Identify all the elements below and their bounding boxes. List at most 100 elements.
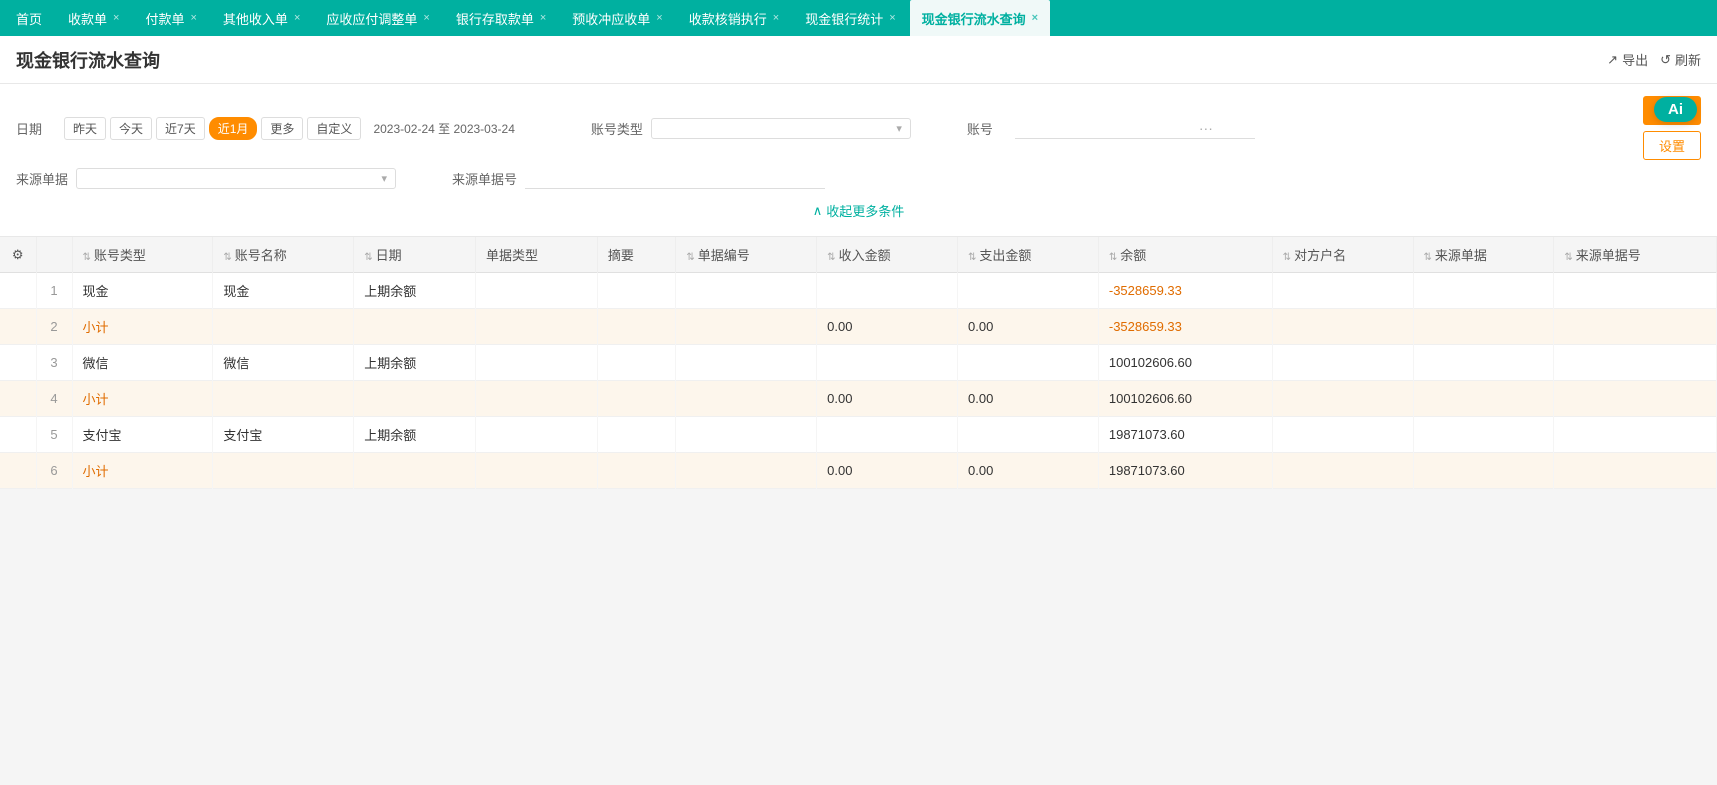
date-btn-近7天[interactable]: 近7天 (156, 117, 205, 140)
nav-tab-付款单[interactable]: 付款单× (133, 0, 208, 36)
cell-balance: -3528659.33 (1098, 273, 1272, 309)
tab-close-icon[interactable]: × (773, 12, 779, 24)
cell-date: 上期余额 (354, 345, 476, 381)
collapse-bar[interactable]: ∧ 收起更多条件 (16, 197, 1701, 224)
nav-tab-收款单[interactable]: 收款单× (56, 0, 131, 36)
cell-account-type: 小计 (72, 309, 213, 345)
source-doc-select[interactable]: ▾ (76, 168, 396, 189)
settings-button[interactable]: 设置 (1643, 131, 1701, 160)
tab-close-icon[interactable]: × (889, 12, 895, 24)
nav-tab-应收应付调整单[interactable]: 应收应付调整单× (314, 0, 441, 36)
row-index: 4 (36, 381, 72, 417)
source-doc-num-filter: 来源单据号 (452, 169, 825, 189)
cell-income (817, 345, 958, 381)
tab-close-icon[interactable]: × (294, 12, 300, 24)
cell-balance: 100102606.60 (1098, 381, 1272, 417)
tab-close-icon[interactable]: × (113, 12, 119, 24)
col-header-balance[interactable]: ⇅余额 (1098, 237, 1272, 273)
cell-expense (958, 273, 1099, 309)
date-filter: 日期 昨天今天近7天近1月更多自定义 2023-02-24 至 2023-03-… (16, 117, 515, 140)
tab-close-icon[interactable]: × (540, 12, 546, 24)
page-header: 现金银行流水查询 ↗ 导出 ↺ 刷新 (0, 36, 1717, 84)
sort-icon: ⇅ (1109, 252, 1117, 263)
source-doc-num-label: 来源单据号 (452, 169, 517, 188)
sort-icon: ⇅ (223, 252, 231, 263)
date-btn-昨天[interactable]: 昨天 (64, 117, 106, 140)
cell-summary (597, 381, 675, 417)
nav-tab-现金银行流水查询[interactable]: 现金银行流水查询× (910, 0, 1050, 36)
cell-doc_type (476, 345, 598, 381)
filter-row-2: 来源单据 ▾ 来源单据号 (16, 168, 1701, 189)
date-btn-更多[interactable]: 更多 (261, 117, 303, 140)
cell-counterparty (1272, 345, 1413, 381)
refresh-icon: ↺ (1660, 52, 1671, 68)
top-nav: 首页 收款单×付款单×其他收入单×应收应付调整单×银行存取款单×预收冲应收单×收… (0, 0, 1717, 36)
sort-icon: ⇅ (1283, 252, 1291, 263)
sort-icon: ⇅ (827, 252, 835, 263)
cell-source_doc_no (1554, 309, 1717, 345)
row-index: 5 (36, 417, 72, 453)
tab-close-icon[interactable]: × (423, 12, 429, 24)
col-header-expense[interactable]: ⇅支出金额 (958, 237, 1099, 273)
account-type-filter: 账号类型 ▾ (591, 118, 911, 139)
date-btn-近1月[interactable]: 近1月 (209, 117, 258, 140)
account-more-icon[interactable]: ··· (1199, 120, 1213, 136)
tab-close-icon[interactable]: × (190, 12, 196, 24)
cell-summary (597, 453, 675, 489)
cell-balance: 19871073.60 (1098, 417, 1272, 453)
table-row: 4小计0.000.00100102606.60 (0, 381, 1717, 417)
cell-account-type: 支付宝 (72, 417, 213, 453)
nav-tab-收款核销执行[interactable]: 收款核销执行× (677, 0, 791, 36)
tab-close-icon[interactable]: × (656, 12, 662, 24)
col-header-account_name[interactable]: ⇅账号名称 (213, 237, 354, 273)
refresh-button[interactable]: ↺ 刷新 (1660, 50, 1701, 69)
account-type-label: 账号类型 (591, 119, 643, 138)
source-doc-num-input[interactable] (525, 171, 705, 186)
cell-account-type: 现金 (72, 273, 213, 309)
table-wrap: ⚙⇅账号类型⇅账号名称⇅日期单据类型摘要⇅单据编号⇅收入金额⇅支出金额⇅余额⇅对… (0, 237, 1717, 489)
col-header-income[interactable]: ⇅收入金额 (817, 237, 958, 273)
cell-summary (597, 345, 675, 381)
date-btn-今天[interactable]: 今天 (110, 117, 152, 140)
cell-doc_no (676, 453, 817, 489)
cell-date: 上期余额 (354, 273, 476, 309)
col-header-doc_no[interactable]: ⇅单据编号 (676, 237, 817, 273)
col-header-doc_type: 单据类型 (476, 237, 598, 273)
cell-income: 0.00 (817, 309, 958, 345)
ai-badge[interactable]: Ai (1654, 97, 1697, 122)
cell-source_doc (1413, 345, 1554, 381)
gear-icon[interactable]: ⚙ (12, 247, 24, 262)
date-btn-自定义[interactable]: 自定义 (307, 117, 361, 140)
account-type-select[interactable]: ▾ (651, 118, 911, 139)
export-button[interactable]: ↗ 导出 (1607, 50, 1648, 69)
cell-account_name: 微信 (213, 345, 354, 381)
cell-doc_type (476, 309, 598, 345)
cell-summary (597, 309, 675, 345)
cell-counterparty (1272, 273, 1413, 309)
cell-income (817, 273, 958, 309)
account-input[interactable] (1015, 120, 1195, 135)
col-header-source_doc[interactable]: ⇅来源单据 (1413, 237, 1554, 273)
col-header-source_doc_no[interactable]: ⇅来源单据号 (1554, 237, 1717, 273)
nav-tab-现金银行统计[interactable]: 现金银行统计× (793, 0, 907, 36)
filter-area: 日期 昨天今天近7天近1月更多自定义 2023-02-24 至 2023-03-… (0, 84, 1717, 237)
tab-close-icon[interactable]: × (1032, 12, 1038, 24)
cell-source_doc (1413, 453, 1554, 489)
cell-doc_type (476, 417, 598, 453)
col-header-account_type[interactable]: ⇅账号类型 (72, 237, 213, 273)
cell-doc_no (676, 273, 817, 309)
sort-icon: ⇅ (1564, 252, 1572, 263)
table-row: 3微信微信上期余额100102606.60 (0, 345, 1717, 381)
nav-home[interactable]: 首页 (4, 0, 54, 36)
cell-summary (597, 417, 675, 453)
source-doc-num-wrap (525, 169, 825, 189)
nav-tab-预收冲应收单[interactable]: 预收冲应收单× (560, 0, 674, 36)
col-header-counterparty[interactable]: ⇅对方户名 (1272, 237, 1413, 273)
cell-account_name (213, 381, 354, 417)
col-header-date[interactable]: ⇅日期 (354, 237, 476, 273)
cell-source_doc (1413, 309, 1554, 345)
table-row: 5支付宝支付宝上期余额19871073.60 (0, 417, 1717, 453)
sort-icon: ⇅ (686, 252, 694, 263)
nav-tab-其他收入单[interactable]: 其他收入单× (211, 0, 312, 36)
nav-tab-银行存取款单[interactable]: 银行存取款单× (444, 0, 558, 36)
